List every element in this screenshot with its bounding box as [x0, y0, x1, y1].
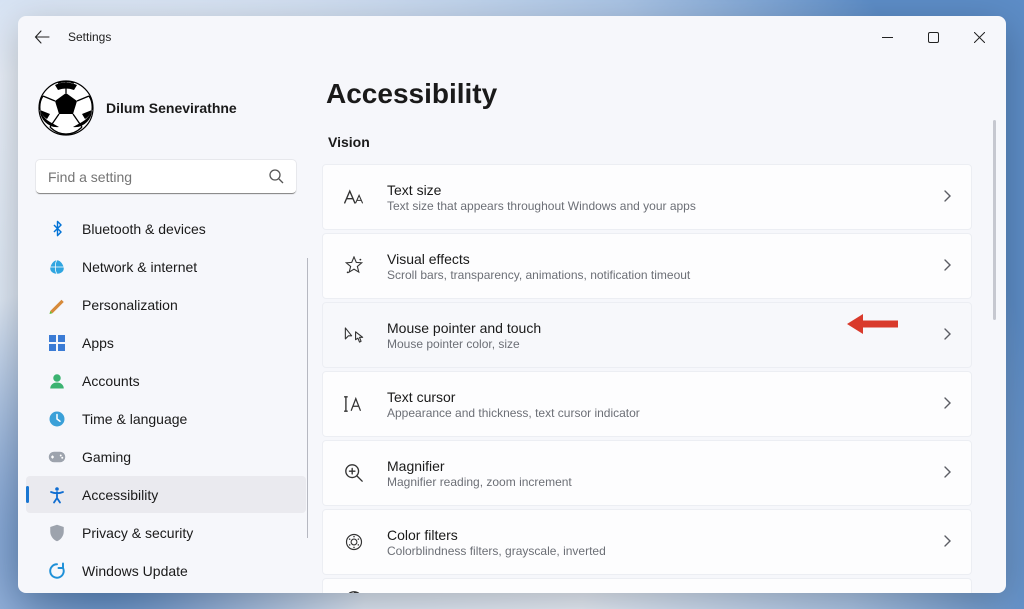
close-icon — [974, 32, 985, 43]
contrast-icon — [343, 589, 365, 593]
chevron-right-icon — [943, 466, 951, 481]
setting-filters[interactable]: Color filtersColorblindness filters, gra… — [322, 509, 972, 575]
setting-subtitle: Mouse pointer color, size — [387, 337, 921, 351]
back-button[interactable] — [22, 17, 62, 57]
sidebar-item-label: Gaming — [82, 449, 131, 465]
sidebar-item-label: Privacy & security — [82, 525, 193, 541]
chevron-right-icon — [943, 397, 951, 412]
sidebar-item-label: Apps — [82, 335, 114, 351]
privacy-icon — [48, 524, 66, 542]
setting-title: Color filters — [387, 526, 921, 545]
close-button[interactable] — [956, 21, 1002, 53]
personal-icon — [48, 296, 66, 314]
search — [36, 160, 296, 194]
settings-window: Settings — [18, 16, 1006, 593]
minimize-button[interactable] — [864, 21, 910, 53]
filters-icon — [343, 531, 365, 553]
visual-icon — [343, 255, 365, 277]
setting-text: MagnifierMagnifier reading, zoom increme… — [387, 457, 921, 490]
setting-title: Magnifier — [387, 457, 921, 476]
setting-subtitle: Magnifier reading, zoom increment — [387, 475, 921, 489]
access-icon — [48, 486, 66, 504]
setting-mouse[interactable]: Mouse pointer and touchMouse pointer col… — [322, 302, 972, 368]
network-icon — [48, 258, 66, 276]
sidebar-item-label: Windows Update — [82, 563, 188, 579]
sidebar-item-update[interactable]: Windows Update — [26, 552, 306, 581]
chevron-right-icon — [943, 259, 951, 274]
chevron-right-icon — [943, 328, 951, 343]
textsize-icon — [343, 186, 365, 208]
maximize-button[interactable] — [910, 21, 956, 53]
textcur-icon — [343, 393, 365, 415]
sidebar-item-label: Time & language — [82, 411, 187, 427]
chevron-right-icon — [943, 190, 951, 205]
sidebar-item-network[interactable]: Network & internet — [26, 248, 306, 285]
sidebar-item-label: Bluetooth & devices — [82, 221, 206, 237]
setting-subtitle: Appearance and thickness, text cursor in… — [387, 406, 921, 420]
setting-subtitle: Scroll bars, transparency, animations, n… — [387, 268, 921, 282]
apps-icon — [48, 334, 66, 352]
setting-textsize[interactable]: Text sizeText size that appears througho… — [322, 164, 972, 230]
sidebar-item-accounts[interactable]: Accounts — [26, 362, 306, 399]
sidebar-item-bluetooth[interactable]: Bluetooth & devices — [26, 210, 306, 247]
page-title: Accessibility — [326, 78, 988, 110]
sidebar-item-privacy[interactable]: Privacy & security — [26, 514, 306, 551]
setting-subtitle: Colorblindness filters, grayscale, inver… — [387, 544, 921, 558]
sidebar-nav: Bluetooth & devices Network & internet Per… — [18, 210, 314, 581]
accounts-icon — [48, 372, 66, 390]
search-input[interactable] — [36, 160, 296, 194]
content: Dilum Senevirathne Bluetooth & devices Ne… — [18, 58, 1006, 593]
user-name: Dilum Senevirathne — [106, 100, 237, 116]
arrow-left-icon — [34, 29, 50, 45]
sidebar-item-access[interactable]: Accessibility — [26, 476, 306, 513]
sidebar-item-label: Network & internet — [82, 259, 197, 275]
window-controls — [864, 21, 1002, 53]
setting-title: Text cursor — [387, 388, 921, 407]
titlebar: Settings — [18, 16, 1006, 58]
time-icon — [48, 410, 66, 428]
setting-text: Color filtersColorblindness filters, gra… — [387, 526, 921, 559]
settings-list: Text sizeText size that appears througho… — [322, 164, 988, 593]
setting-title: Mouse pointer and touch — [387, 319, 921, 338]
sidebar: Dilum Senevirathne Bluetooth & devices Ne… — [18, 58, 314, 593]
chevron-right-icon — [943, 535, 951, 550]
bluetooth-icon — [48, 220, 66, 238]
maximize-icon — [928, 32, 939, 43]
sidebar-item-label: Personalization — [82, 297, 178, 313]
sidebar-item-personal[interactable]: Personalization — [26, 286, 306, 323]
section-label: Vision — [328, 134, 988, 150]
setting-subtitle: Text size that appears throughout Window… — [387, 199, 921, 213]
setting-text: Text sizeText size that appears througho… — [387, 181, 921, 214]
search-icon — [269, 169, 284, 189]
setting-text: Visual effectsScroll bars, transparency,… — [387, 250, 921, 283]
setting-title: Text size — [387, 181, 921, 200]
window-title: Settings — [68, 30, 111, 44]
sidebar-item-label: Accessibility — [82, 487, 158, 503]
setting-contrast[interactable]: Contrast themes — [322, 578, 972, 593]
magnifier-icon — [343, 462, 365, 484]
sidebar-item-gaming[interactable]: Gaming — [26, 438, 306, 475]
sidebar-item-label: Accounts — [82, 373, 140, 389]
setting-visual[interactable]: Visual effectsScroll bars, transparency,… — [322, 233, 972, 299]
soccer-ball-icon — [38, 80, 94, 136]
setting-text: Mouse pointer and touchMouse pointer col… — [387, 319, 921, 352]
setting-textcur[interactable]: Text cursorAppearance and thickness, tex… — [322, 371, 972, 437]
profile[interactable]: Dilum Senevirathne — [18, 78, 314, 154]
main-panel: Accessibility Vision Text sizeText size … — [314, 58, 1006, 593]
setting-text: Text cursorAppearance and thickness, tex… — [387, 388, 921, 421]
minimize-icon — [882, 32, 893, 43]
sidebar-item-apps[interactable]: Apps — [26, 324, 306, 361]
update-icon — [48, 562, 66, 580]
avatar — [38, 80, 94, 136]
sidebar-item-time[interactable]: Time & language — [26, 400, 306, 437]
setting-title: Visual effects — [387, 250, 921, 269]
setting-magnifier[interactable]: MagnifierMagnifier reading, zoom increme… — [322, 440, 972, 506]
gaming-icon — [48, 448, 66, 466]
mouse-icon — [343, 324, 365, 346]
